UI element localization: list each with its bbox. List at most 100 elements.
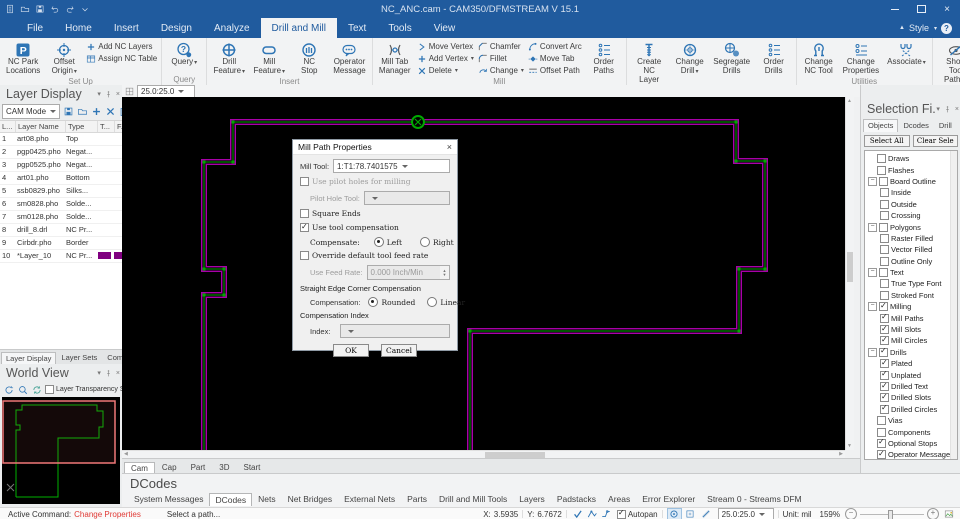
- tree-item-outside[interactable]: Outside: [868, 199, 957, 210]
- filter-tab-drill[interactable]: Drill: [934, 119, 957, 132]
- tree-checkbox[interactable]: [880, 279, 889, 289]
- bottom-tab-error-explorer[interactable]: Error Explorer: [636, 492, 701, 506]
- ribbon-button-nc-park-locations[interactable]: P NC Park Locations: [2, 39, 44, 77]
- expander-icon[interactable]: −: [868, 268, 877, 278]
- pin-icon[interactable]: [104, 369, 113, 378]
- panel-close-icon[interactable]: ×: [116, 370, 120, 377]
- tree-item-drilled-circles[interactable]: Drilled Circles: [868, 403, 957, 415]
- dock-tab-layer-display[interactable]: Layer Display: [1, 352, 57, 364]
- save-icon[interactable]: [62, 105, 75, 118]
- zoom-out-button[interactable]: −: [845, 508, 857, 519]
- qat-more-icon[interactable]: [80, 4, 90, 14]
- compensation-rounded-radio[interactable]: [368, 297, 379, 307]
- ok-button[interactable]: OK: [333, 344, 369, 357]
- tab-analyze[interactable]: Analyze: [203, 18, 261, 38]
- tree-checkbox[interactable]: [879, 176, 888, 186]
- compensation-linear-radio[interactable]: [427, 297, 438, 307]
- table-row[interactable]: 7 sm0128.pho Solde...: [0, 211, 122, 224]
- tree-item-unplated[interactable]: Unplated: [868, 369, 957, 380]
- ribbon-button-convert-arc[interactable]: Convert Arc: [528, 41, 582, 52]
- collapse-ribbon-icon[interactable]: ▲: [899, 25, 905, 31]
- tree-checkbox[interactable]: [877, 427, 886, 437]
- autopan-checkbox[interactable]: [616, 508, 626, 519]
- tree-checkbox[interactable]: [880, 290, 889, 300]
- clear-selection-button[interactable]: Clear Sele: [912, 135, 958, 147]
- tree-checkbox[interactable]: [880, 335, 889, 346]
- world-view-canvas[interactable]: [2, 397, 120, 504]
- tree-item-vias[interactable]: Vias: [868, 415, 957, 426]
- restore-button[interactable]: [908, 0, 934, 18]
- vertex-path-icon[interactable]: [587, 509, 597, 519]
- tree-item-text[interactable]: − Text: [868, 267, 957, 278]
- table-row[interactable]: 5 ssb0829.pho Silks...: [0, 185, 122, 198]
- pin-icon[interactable]: [943, 105, 952, 114]
- dialog-close-icon[interactable]: ×: [447, 142, 452, 152]
- bottom-tab-net-bridges[interactable]: Net Bridges: [282, 492, 338, 506]
- bottom-tab-stream-0-streams-dfm[interactable]: Stream 0 - Streams DFM: [701, 492, 807, 506]
- override-feed-rate-checkbox[interactable]: [300, 251, 309, 260]
- zoom-slider[interactable]: [860, 509, 924, 519]
- tree-item-plated[interactable]: Plated: [868, 358, 957, 369]
- tab-file[interactable]: File: [16, 18, 54, 38]
- bottom-tab-system-messages[interactable]: System Messages: [128, 492, 209, 506]
- select-check-icon[interactable]: [573, 509, 583, 519]
- ribbon-button-operator-message[interactable]: Operator Message: [329, 39, 369, 77]
- ribbon-button-query[interactable]: ? Query▾: [164, 39, 204, 75]
- tree-checkbox[interactable]: [877, 154, 886, 164]
- tree-item-vector-filled[interactable]: Vector Filled: [868, 244, 957, 255]
- table-row[interactable]: 3 pgp0525.pho Negat...: [0, 159, 122, 172]
- zoom-in-button[interactable]: +: [927, 508, 939, 519]
- expander-icon[interactable]: −: [868, 347, 877, 357]
- grid-spacing-select[interactable]: 25.0:25.0: [137, 84, 195, 98]
- table-row[interactable]: 1 art08.pho Top: [0, 133, 122, 146]
- tab-drill-and-mill[interactable]: Drill and Mill: [260, 18, 337, 38]
- help-icon[interactable]: ?: [941, 22, 952, 34]
- compensate-left-radio[interactable]: [373, 237, 384, 247]
- line-toggle-icon[interactable]: [699, 508, 714, 519]
- tree-item-components[interactable]: Components: [868, 426, 957, 437]
- ribbon-button-delete[interactable]: Delete ▾: [417, 65, 474, 76]
- ribbon-button-add-vertex[interactable]: Add Vertex ▾: [417, 53, 474, 64]
- column-header-type[interactable]: Type: [66, 121, 98, 132]
- tree-item-board-outline[interactable]: − Board Outline: [868, 176, 957, 187]
- ribbon-button-offset-path[interactable]: Offset Path: [528, 65, 582, 76]
- layer-color-swatch[interactable]: [98, 252, 111, 259]
- tree-item-optional-stops[interactable]: Optional Stops: [868, 437, 957, 449]
- expander-icon[interactable]: −: [868, 302, 877, 312]
- ribbon-button-order-drills[interactable]: Order Drills: [754, 39, 794, 86]
- ribbon-button-nc-stop[interactable]: NC Stop: [289, 39, 329, 77]
- tree-item-operator-messages[interactable]: Operator Messages: [868, 449, 957, 459]
- vertical-scrollbar[interactable]: ▲ ▼: [845, 97, 854, 450]
- table-row[interactable]: 8 drill_8.drl NC Pr...: [0, 224, 122, 237]
- tree-item-mill-paths[interactable]: Mill Paths: [868, 312, 957, 323]
- tree-checkbox[interactable]: [877, 165, 886, 175]
- ribbon-button-move-vertex[interactable]: Move Vertex: [417, 41, 474, 52]
- grid-spacing-select[interactable]: 25.0:25.0: [717, 508, 774, 519]
- tree-item-true-type-font[interactable]: True Type Font: [868, 278, 957, 289]
- bottom-tab-external-nets[interactable]: External Nets: [338, 492, 401, 506]
- tree-checkbox[interactable]: [880, 211, 889, 221]
- tree-checkbox[interactable]: [880, 233, 889, 243]
- tree-item-flashes[interactable]: Flashes: [868, 164, 957, 175]
- tree-checkbox[interactable]: [880, 188, 889, 198]
- tree-checkbox[interactable]: [877, 449, 886, 459]
- ribbon-button-change[interactable]: Change ▾: [478, 65, 524, 76]
- tree-item-inside[interactable]: Inside: [868, 187, 957, 198]
- tree-checkbox[interactable]: [880, 199, 889, 209]
- dialog-title-bar[interactable]: Mill Path Properties ×: [293, 140, 457, 155]
- tree-item-outline-only[interactable]: Outline Only: [868, 256, 957, 267]
- vertex-move-icon[interactable]: [601, 509, 611, 519]
- tab-tools[interactable]: Tools: [377, 18, 422, 38]
- ribbon-button-move-tab[interactable]: Move Tab: [528, 53, 582, 64]
- tree-checkbox[interactable]: [879, 346, 888, 357]
- ribbon-button-associate[interactable]: Associate▾: [883, 39, 930, 77]
- tree-item-drills[interactable]: −Drills: [868, 346, 957, 358]
- tab-text[interactable]: Text: [337, 18, 377, 38]
- tree-checkbox[interactable]: [880, 381, 889, 391]
- panel-menu-icon[interactable]: ▾: [97, 90, 101, 98]
- panel-menu-icon[interactable]: ▾: [97, 369, 101, 377]
- filter-tab-objects[interactable]: Objects: [863, 119, 899, 132]
- tree-checkbox[interactable]: [877, 437, 886, 448]
- ribbon-button-offset-origin[interactable]: Offset Origin▾: [44, 39, 84, 77]
- tree-item-raster-filled[interactable]: Raster Filled: [868, 233, 957, 244]
